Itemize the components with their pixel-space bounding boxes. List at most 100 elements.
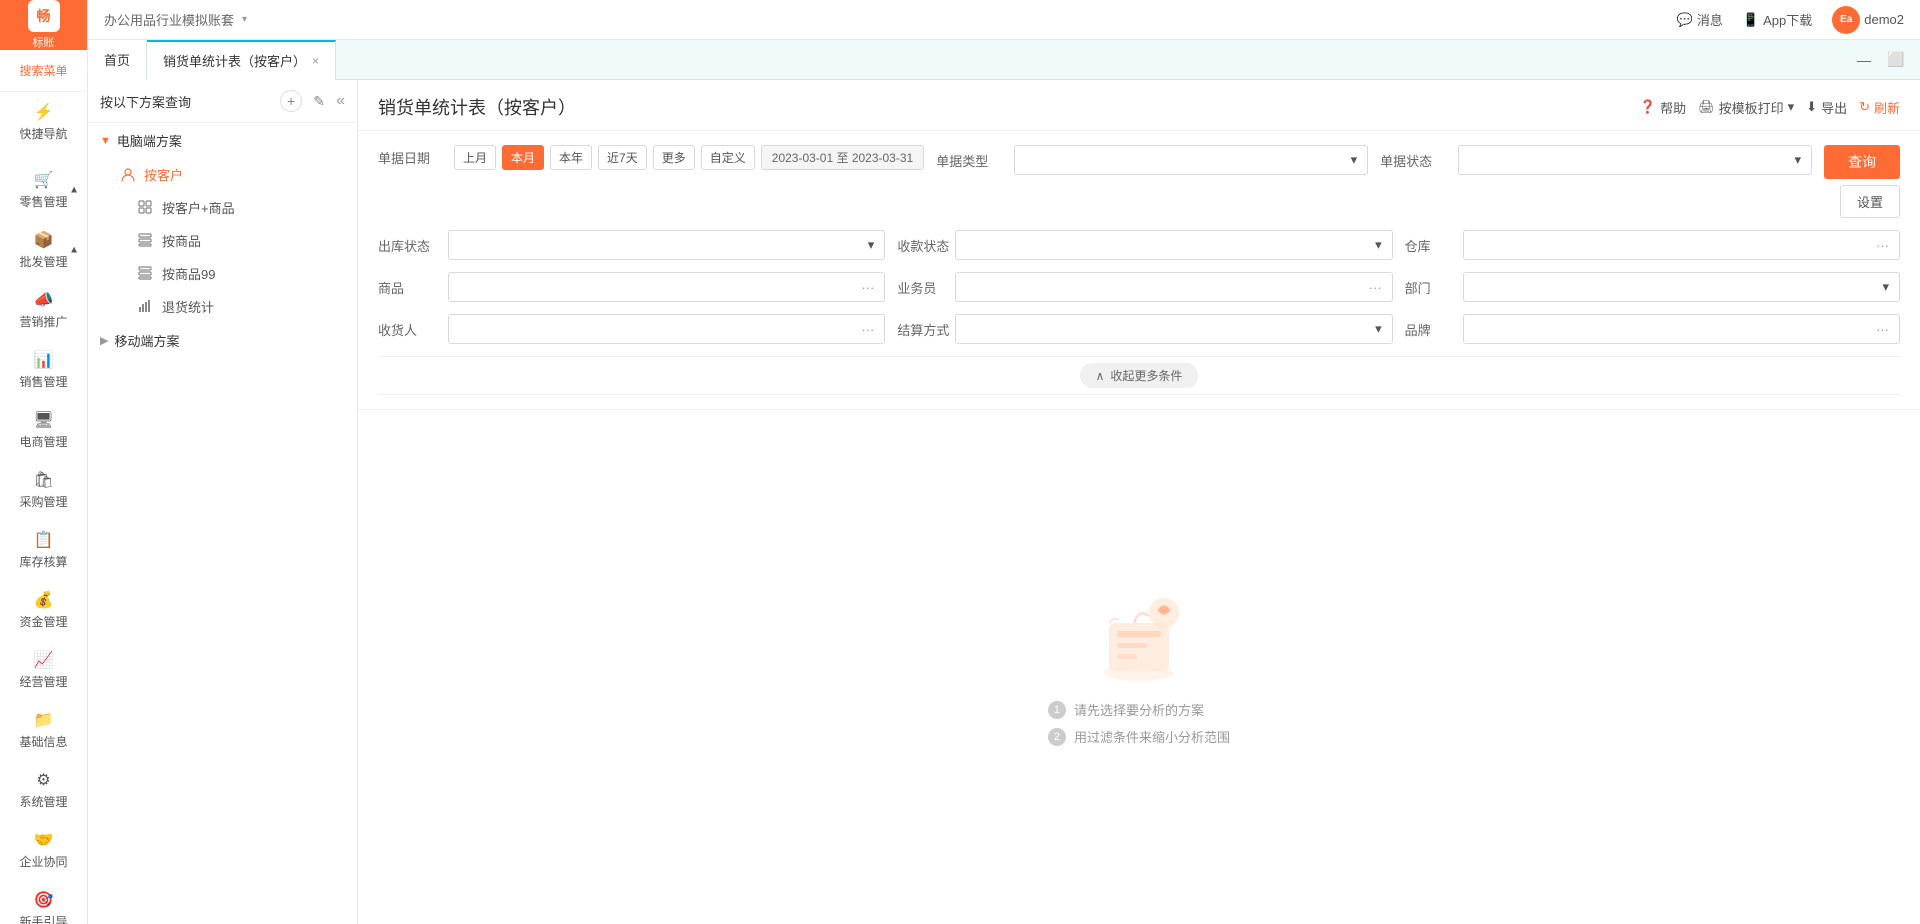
operations-icon: 📈 xyxy=(34,650,54,670)
scheme-add-button[interactable]: + xyxy=(280,90,302,112)
tab-minimize-button[interactable]: — xyxy=(1852,48,1876,72)
date-btn-7days[interactable]: 近7天 xyxy=(598,145,647,170)
page-title-bar: 销货单统计表（按客户） ❓ 帮助 🖨 按模板打印 ▾ ⬇ 导出 xyxy=(358,80,1920,131)
header-dropdown-icon[interactable]: ▾ xyxy=(242,14,247,25)
search-menu-link[interactable]: 搜索菜单 xyxy=(19,64,67,78)
warehouse-dots: ··· xyxy=(1876,238,1889,253)
goods-dots: ··· xyxy=(861,280,874,295)
hint-num-1: 1 xyxy=(1048,701,1066,719)
salesperson-select[interactable]: ··· xyxy=(955,272,1392,302)
sidebar-item-basic-info[interactable]: 📁 基础信息 xyxy=(0,700,87,760)
wholesale-icon: 📦 xyxy=(34,230,54,250)
page-title: 销货单统计表（按客户） xyxy=(378,94,576,120)
logo-subtitle: 标账 xyxy=(33,34,55,50)
collapse-icon: « xyxy=(336,92,345,109)
page-title-actions: ❓ 帮助 🖨 按模板打印 ▾ ⬇ 导出 ↻ 刷新 xyxy=(1640,98,1900,117)
sidebar: 畅 标账 搜索菜单 ⚡ 快捷导航 🛒 零售管理 ▲ 📦 批发管理 ▲ 📣 营销推… xyxy=(0,0,88,924)
settlement-label: 结算方式 xyxy=(885,320,955,339)
tab-close-icon[interactable]: × xyxy=(312,54,319,68)
header-right: 💬 消息 📱 App下载 Ea demo2 xyxy=(1677,6,1904,34)
empty-illustration xyxy=(1079,588,1199,688)
warehouse-select[interactable]: ··· xyxy=(1463,230,1900,260)
scheme-item-return-stats[interactable]: 退货统计 xyxy=(88,290,357,323)
order-type-label: 单据类型 xyxy=(936,151,1006,170)
tab-home[interactable]: 首页 xyxy=(88,40,147,80)
tab-sales-statistics[interactable]: 销货单统计表（按客户） × xyxy=(147,40,336,80)
sidebar-item-wholesale[interactable]: 📦 批发管理 ▲ xyxy=(0,220,87,280)
settlement-select[interactable]: ▾ xyxy=(955,314,1392,344)
scheme-edit-button[interactable]: ✎ xyxy=(308,90,330,112)
filter-row-2: 出库状态 ▾ 收款状态 ▾ 仓库 ··· xyxy=(378,230,1900,260)
minimize-icon: — xyxy=(1857,52,1871,68)
sidebar-item-operations[interactable]: 📈 经营管理 xyxy=(0,640,87,700)
sidebar-item-quick-nav[interactable]: ⚡ 快捷导航 xyxy=(0,92,87,152)
receiver-select[interactable]: ··· xyxy=(448,314,885,344)
scheme-item-customer-goods[interactable]: 按客户+商品 xyxy=(88,191,357,224)
sidebar-item-sales[interactable]: 📊 销售管理 xyxy=(0,340,87,400)
customer-goods-icon xyxy=(138,200,154,216)
collapse-button[interactable]: ∧ 收起更多条件 xyxy=(1080,363,1199,388)
filter-section: 单据日期 上月 本月 本年 近7天 更多 自定义 2023-03-01 至 20… xyxy=(358,131,1920,410)
department-select[interactable]: ▾ xyxy=(1463,272,1900,302)
app-download-button[interactable]: 📱 App下载 xyxy=(1743,10,1812,29)
sidebar-item-marketing[interactable]: 📣 营销推广 xyxy=(0,280,87,340)
inventory-icon: 📋 xyxy=(34,530,54,550)
wholesale-arrow-icon: ▲ xyxy=(69,245,79,256)
brand-select[interactable]: ··· xyxy=(1463,314,1900,344)
cooperation-icon: 🤝 xyxy=(34,830,54,850)
export-icon: ⬇ xyxy=(1806,99,1817,115)
sidebar-item-purchase[interactable]: 🛍 采购管理 xyxy=(0,460,87,520)
sidebar-item-inventory[interactable]: 📋 库存核算 xyxy=(0,520,87,580)
order-type-select[interactable]: ▾ xyxy=(1014,145,1368,175)
refresh-button[interactable]: ↻ 刷新 xyxy=(1859,98,1900,117)
sidebar-item-ecommerce[interactable]: 🖥 电商管理 xyxy=(0,400,87,460)
print-icon: 🖨 xyxy=(1698,99,1715,115)
scheme-item-by-goods[interactable]: 按商品 xyxy=(88,224,357,257)
scheme-item-goods99[interactable]: 按商品99 xyxy=(88,257,357,290)
tab-bar: 首页 销货单统计表（按客户） × — ⬜ xyxy=(88,40,1920,80)
tab-actions: — ⬜ xyxy=(1852,48,1920,72)
goods-select[interactable]: ··· xyxy=(448,272,885,302)
sidebar-item-system[interactable]: ⚙ 系统管理 xyxy=(0,760,87,820)
tab-maximize-button[interactable]: ⬜ xyxy=(1884,48,1908,72)
query-button[interactable]: 查询 xyxy=(1824,145,1900,179)
scheme-item-by-customer[interactable]: 按客户 xyxy=(88,158,357,191)
sidebar-item-newbie[interactable]: 🎯 新手引导 xyxy=(0,880,87,924)
payment-label: 收款状态 xyxy=(885,236,955,255)
date-btn-more[interactable]: 更多 xyxy=(653,145,695,170)
sidebar-item-finance[interactable]: 💰 资金管理 xyxy=(0,580,87,640)
sidebar-item-cooperation[interactable]: 🤝 企业协同 xyxy=(0,820,87,880)
scheme-collapse-button[interactable]: « xyxy=(336,92,345,110)
settings-button[interactable]: 设置 xyxy=(1840,185,1900,218)
date-btn-last-month[interactable]: 上月 xyxy=(454,145,496,170)
customer-icon xyxy=(120,167,136,183)
help-icon: ❓ xyxy=(1640,99,1656,115)
sidebar-search-item[interactable]: 搜索菜单 xyxy=(0,50,87,92)
goods-icon xyxy=(138,233,154,249)
sidebar-item-retail[interactable]: 🛒 零售管理 ▲ xyxy=(0,160,87,220)
retail-arrow-icon: ▲ xyxy=(69,185,79,196)
marketing-icon: 📣 xyxy=(34,290,54,310)
empty-hints: 1 请先选择要分析的方案 2 用过滤条件来缩小分析范围 xyxy=(1048,700,1230,746)
goods99-icon xyxy=(138,266,154,282)
help-button[interactable]: ❓ 帮助 xyxy=(1640,98,1686,117)
desktop-expand-icon: ▼ xyxy=(100,135,111,147)
order-status-select[interactable]: ▾ xyxy=(1458,145,1812,175)
payment-select[interactable]: ▾ xyxy=(955,230,1392,260)
date-btn-this-month[interactable]: 本月 xyxy=(502,145,544,170)
brand-label: 品牌 xyxy=(1393,320,1463,339)
ecommerce-icon: 🖥 xyxy=(33,410,53,430)
date-btn-custom[interactable]: 自定义 xyxy=(701,145,755,170)
order-type-chevron-icon: ▾ xyxy=(1351,152,1358,168)
date-btn-this-year[interactable]: 本年 xyxy=(550,145,592,170)
message-button[interactable]: 💬 消息 xyxy=(1677,10,1723,29)
order-status-label: 单据状态 xyxy=(1380,151,1450,170)
action-col: 查询 设置 xyxy=(1812,145,1900,218)
mobile-group-header[interactable]: ▶ 移动端方案 xyxy=(88,323,357,358)
delivery-select[interactable]: ▾ xyxy=(448,230,885,260)
export-button[interactable]: ⬇ 导出 xyxy=(1806,98,1847,117)
desktop-group-header[interactable]: ▼ 电脑端方案 xyxy=(88,123,357,158)
user-profile[interactable]: Ea demo2 xyxy=(1832,6,1904,34)
template-print-button[interactable]: 🖨 按模板打印 ▾ xyxy=(1698,98,1794,117)
collapse-up-icon: ∧ xyxy=(1096,369,1105,383)
